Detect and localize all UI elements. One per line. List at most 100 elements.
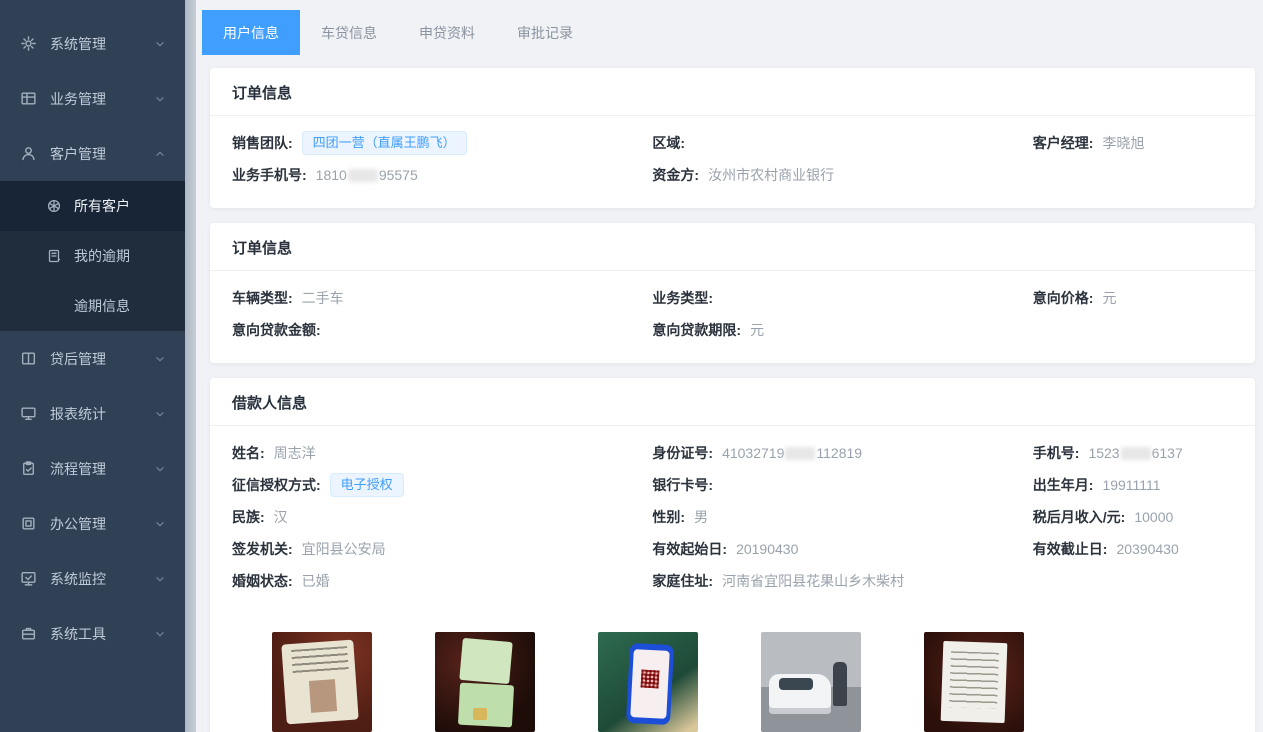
- field-label: 销售团队:: [232, 133, 293, 153]
- card-title: 订单信息: [210, 223, 1255, 271]
- photo-id-card-thumbnail[interactable]: [272, 632, 372, 732]
- field-label: 身份证号:: [652, 443, 713, 463]
- field-label: 有效起始日:: [652, 539, 727, 559]
- sidebar-item-my-overdue[interactable]: 我的逾期: [0, 231, 185, 281]
- photo-phone-qr-thumbnail[interactable]: [598, 632, 698, 732]
- tab-approval-records[interactable]: 审批记录: [496, 10, 594, 55]
- field-value-suffix: 95575: [379, 167, 418, 183]
- field: 民族: 汉: [232, 501, 652, 533]
- field-value: 20390430: [1116, 541, 1178, 557]
- clipboard-icon: [20, 460, 37, 477]
- photo-id-card: 身份证: [272, 632, 372, 732]
- field: 客户经理:李晓旭: [1033, 127, 1233, 159]
- sidebar-scrollbar-strip[interactable]: [185, 0, 196, 732]
- sidebar-item-all-customers[interactable]: 所有客户: [0, 181, 185, 231]
- field-label: 意向贷款期限:: [652, 320, 741, 340]
- field-label: 意向价格:: [1033, 288, 1094, 308]
- card-title: 订单信息: [210, 68, 1255, 116]
- field-label: 民族:: [232, 507, 265, 527]
- sidebar-item-label: 逾期信息: [74, 296, 130, 316]
- tag[interactable]: 电子授权: [330, 473, 404, 497]
- card-body: 销售团队: 四团一营（直属王鹏飞） 区域: 客户经理:李晓旭业务手机号:1810955…: [210, 116, 1255, 208]
- field-label: 车辆类型:: [232, 288, 293, 308]
- field: 有效截止日:20390430: [1033, 533, 1233, 565]
- cards-area: 订单信息销售团队:四团一营（直属王鹏飞）区域:客户经理:李晓旭业务手机号:181…: [196, 55, 1263, 732]
- field-value: 二手车: [302, 288, 344, 308]
- chevron-up-icon: [153, 147, 167, 161]
- field: 资金方:汝州市农村商业银行: [652, 159, 1032, 191]
- photo-document: 其他材料: [924, 632, 1024, 732]
- card-body: 车辆类型:二手车业务类型:意向价格:元意向贷款金额:意向贷款期限:元: [210, 271, 1255, 363]
- field-value-suffix: 112819: [816, 445, 862, 461]
- field: 销售团队: 四团一营（直属王鹏飞）: [232, 127, 652, 159]
- field: 税后月收入/元: 10000: [1033, 501, 1233, 533]
- sidebar-item-label: 所有客户: [74, 196, 130, 216]
- field: 意向价格:元: [1033, 282, 1233, 314]
- field-label: 签发机关:: [232, 539, 293, 559]
- sidebar-item-report-stats[interactable]: 报表统计: [0, 386, 185, 441]
- field-label: 银行卡号:: [652, 475, 713, 495]
- field: 姓名:周志洋: [232, 437, 652, 469]
- field-label: 姓名:: [232, 443, 265, 463]
- notebook-icon: [46, 248, 62, 264]
- sidebar-item-office-mgmt[interactable]: 办公管理: [0, 496, 185, 551]
- photo-green-booklet: 行驶证照片: [435, 632, 535, 732]
- field-value: 李晓旭: [1102, 133, 1144, 153]
- field-value: 汉: [274, 507, 288, 527]
- columns-icon: [20, 350, 37, 367]
- redaction-blur: [348, 169, 378, 182]
- chevron-down-icon: [153, 407, 167, 421]
- field: 业务手机号:181095575: [232, 159, 652, 191]
- field: 婚姻状态: 已婚: [232, 565, 652, 597]
- field-value-suffix: 6137: [1152, 445, 1183, 461]
- redaction-blur: [1121, 447, 1151, 460]
- chevron-down-icon: [153, 352, 167, 366]
- field-label: 家庭住址:: [652, 571, 713, 591]
- sidebar-item-label: 系统监控: [50, 569, 106, 589]
- field-label: 区域:: [652, 133, 685, 153]
- field-label: 性别:: [652, 507, 685, 527]
- order-info-card-2: 订单信息车辆类型:二手车业务类型:意向价格:元意向贷款金额:意向贷款期限:元: [210, 223, 1255, 363]
- tab-car-loan-info[interactable]: 车贷信息: [300, 10, 398, 55]
- tab-bar: 用户信息车贷信息申贷资料审批记录: [202, 10, 1263, 55]
- field: 有效起始日:20190430: [652, 533, 1032, 565]
- field: 业务类型:: [652, 282, 1032, 314]
- field-value: 已婚: [302, 571, 330, 591]
- field-label: 手机号:: [1033, 443, 1080, 463]
- field-value: 10000: [1134, 509, 1173, 525]
- field: 性别:男: [652, 501, 1032, 533]
- field-value-prefix: 1523: [1088, 445, 1119, 461]
- borrower-info-card: 借款人信息姓名:周志洋身份证号:41032719112819手机号:152361…: [210, 378, 1255, 732]
- tag[interactable]: 四团一营（直属王鹏飞）: [302, 131, 467, 155]
- sidebar-item-postloan-mgmt[interactable]: 贷后管理: [0, 331, 185, 386]
- chevron-down-icon: [153, 92, 167, 106]
- photo-green-booklet-thumbnail[interactable]: [435, 632, 535, 732]
- field-label: 征信授权方式:: [232, 475, 321, 495]
- field: 征信授权方式: 电子授权: [232, 469, 652, 501]
- field-label: 业务类型:: [652, 288, 713, 308]
- field-label: 业务手机号:: [232, 165, 307, 185]
- order-info-card-1: 订单信息销售团队: 四团一营（直属王鹏飞） 区域: 客户经理:李晓旭业务手机号:181…: [210, 68, 1255, 208]
- monitor-check-icon: [20, 570, 37, 587]
- sidebar-item-process-mgmt[interactable]: 流程管理: [0, 441, 185, 496]
- tab-loan-apply-docs[interactable]: 申贷资料: [398, 10, 496, 55]
- field-value: 汝州市农村商业银行: [708, 165, 834, 185]
- field-value: 19911111: [1102, 477, 1160, 493]
- sidebar-item-customer-mgmt[interactable]: 客户管理: [0, 126, 185, 181]
- doc-icon: [20, 515, 37, 532]
- sidebar-item-business-mgmt[interactable]: 业务管理: [0, 71, 185, 126]
- wheel-icon: [46, 198, 62, 214]
- field-label: 税后月收入/元:: [1033, 507, 1126, 527]
- field: 身份证号:41032719112819: [652, 437, 1032, 469]
- field-label: 婚姻状态:: [232, 571, 293, 591]
- tab-user-info[interactable]: 用户信息: [202, 10, 300, 55]
- sidebar-item-system-tools[interactable]: 系统工具: [0, 606, 185, 661]
- sidebar-item-overdue-info[interactable]: 逾期信息: [0, 281, 185, 331]
- photo-person-car-thumbnail[interactable]: [761, 632, 861, 732]
- sidebar-item-system-monitor[interactable]: 系统监控: [0, 551, 185, 606]
- sidebar-item-system-mgmt[interactable]: 系统管理: [0, 16, 185, 71]
- card-body: 姓名:周志洋身份证号:41032719112819手机号: 1523 6137 征信授…: [210, 426, 1255, 614]
- photo-document-thumbnail[interactable]: [924, 632, 1024, 732]
- sidebar-item-label: 办公管理: [50, 514, 106, 534]
- chevron-down-icon: [153, 627, 167, 641]
